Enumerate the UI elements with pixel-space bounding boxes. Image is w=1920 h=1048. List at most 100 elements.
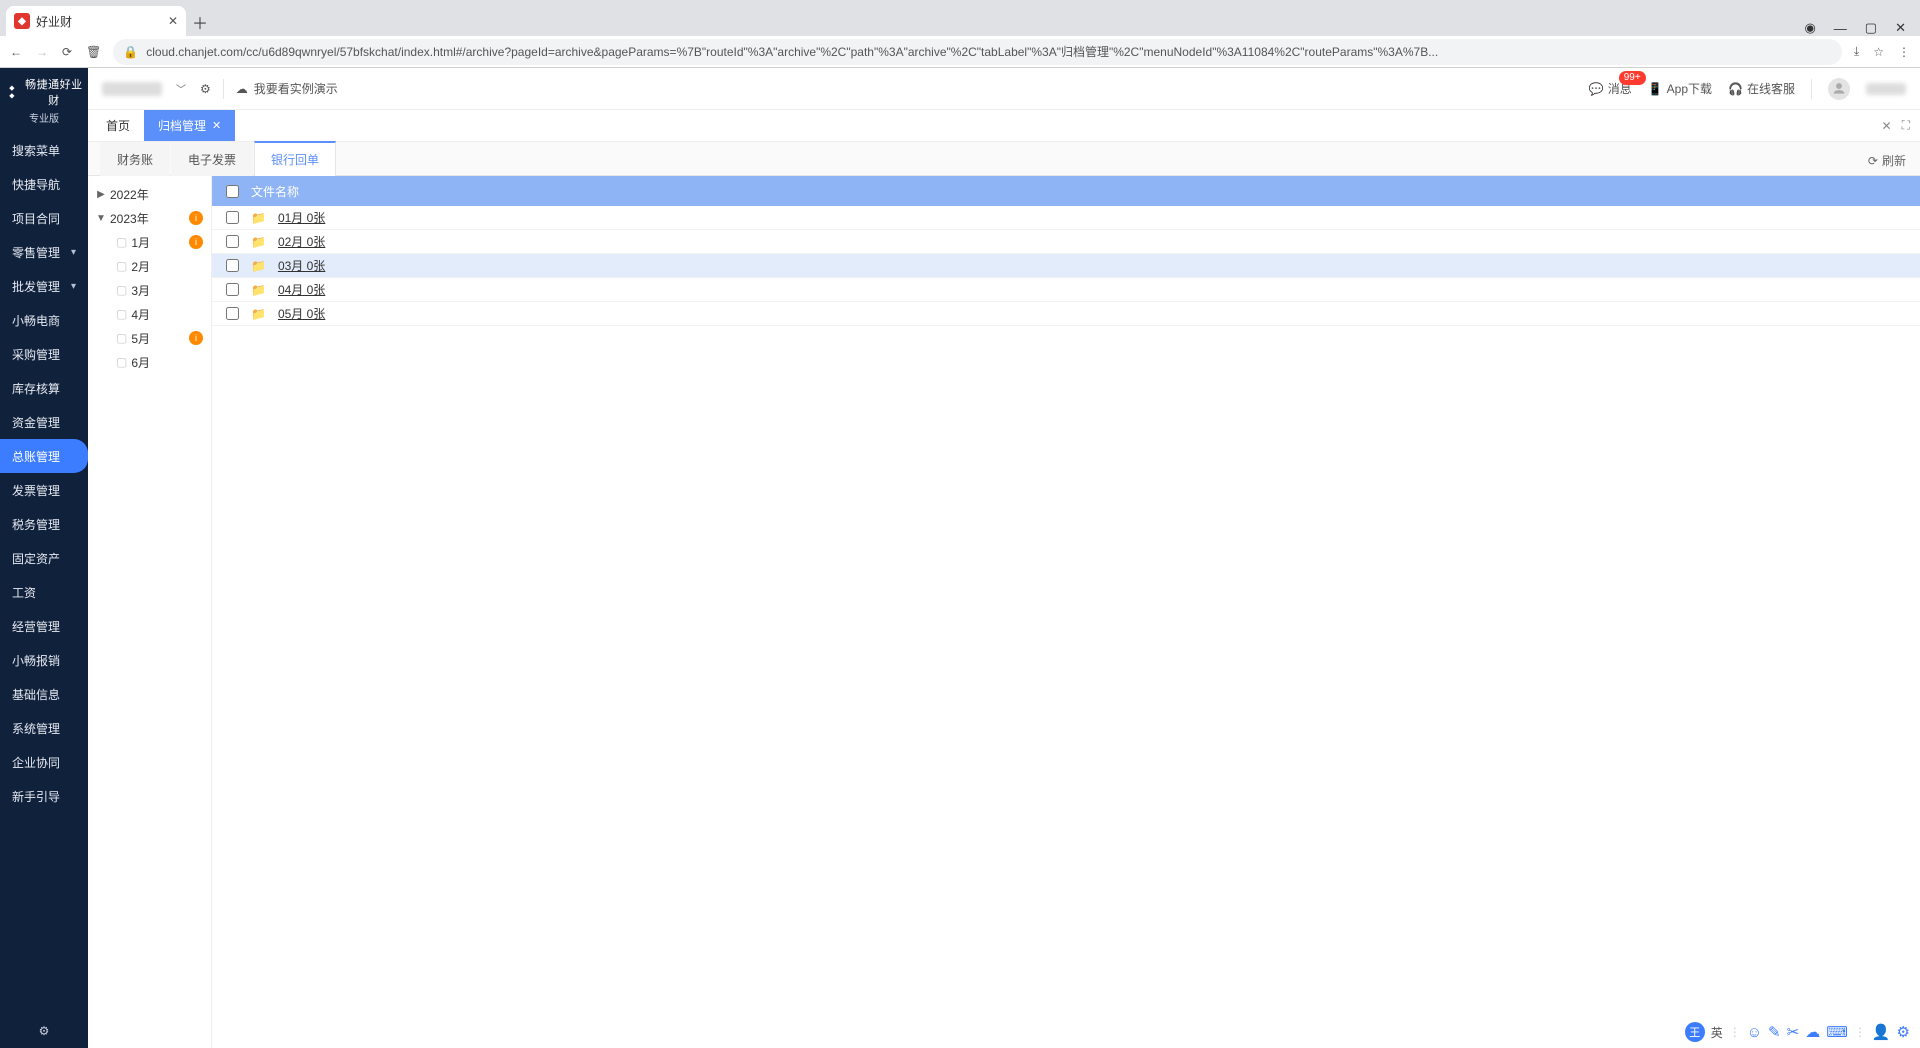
- new-tab-button[interactable]: ＋: [186, 8, 214, 36]
- tree-node-month-5[interactable]: ▢5月i: [88, 326, 211, 350]
- tab-archive[interactable]: 归档管理 ✕: [144, 110, 235, 141]
- ime-mic-icon[interactable]: ✂: [1787, 1023, 1800, 1041]
- alert-dot-icon: i: [189, 331, 203, 345]
- sidebar-item-label: 项目合同: [12, 210, 60, 227]
- sidebar-item-1[interactable]: 快捷导航: [0, 167, 88, 201]
- tree-node-month-1[interactable]: ▢1月i: [88, 230, 211, 254]
- select-all-checkbox[interactable]: [226, 185, 239, 198]
- browser-menu-icon[interactable]: ⋮: [1898, 45, 1910, 59]
- tree-month-label: 5月: [131, 330, 150, 347]
- subtab-bank-receipt[interactable]: 银行回单: [254, 141, 336, 176]
- nav-reload-icon[interactable]: ⟳: [62, 45, 72, 59]
- ime-cloud-icon[interactable]: ☁: [1805, 1023, 1820, 1041]
- sidebar-item-11[interactable]: 税务管理: [0, 507, 88, 541]
- nav-back-icon[interactable]: ←: [10, 45, 22, 59]
- ime-lang[interactable]: 英: [1711, 1024, 1723, 1041]
- row-checkbox[interactable]: [226, 283, 239, 296]
- ime-gear-icon[interactable]: ⚙: [1897, 1023, 1910, 1041]
- row-filename-link[interactable]: 02月 0张: [278, 233, 325, 250]
- sidebar-item-12[interactable]: 固定资产: [0, 541, 88, 575]
- gear-icon[interactable]: ⚙: [200, 82, 211, 96]
- folder-outline-icon: ▢: [116, 259, 127, 273]
- chevron-down-icon[interactable]: ﹀: [170, 81, 192, 96]
- row-filename-link[interactable]: 03月 0张: [278, 257, 325, 274]
- sidebar-item-17[interactable]: 系统管理: [0, 711, 88, 745]
- avatar[interactable]: [1828, 78, 1850, 100]
- chevron-down-icon: ▼: [96, 213, 106, 224]
- refresh-button[interactable]: ⟳ 刷新: [1868, 152, 1920, 175]
- row-filename-link[interactable]: 05月 0张: [278, 305, 325, 322]
- row-filename-link[interactable]: 04月 0张: [278, 281, 325, 298]
- folder-outline-icon: ▢: [116, 307, 127, 321]
- sidebar-item-14[interactable]: 经营管理: [0, 609, 88, 643]
- grid-row-3[interactable]: 📁04月 0张: [212, 278, 1920, 302]
- user-icon[interactable]: ◉: [1804, 20, 1815, 36]
- sidebar-item-6[interactable]: 采购管理: [0, 337, 88, 371]
- file-grid: 文件名称 📁01月 0张📁02月 0张📁03月 0张📁04月 0张📁05月 0张: [212, 176, 1920, 1048]
- sidebar-item-18[interactable]: 企业协同: [0, 745, 88, 779]
- address-bar[interactable]: 🔒 cloud.chanjet.com/cc/u6d89qwnryel/57bf…: [113, 39, 1842, 65]
- tree-node-month-3[interactable]: ▢3月: [88, 278, 211, 302]
- sidebar-item-2[interactable]: 项目合同: [0, 201, 88, 235]
- sidebar-item-10[interactable]: 发票管理: [0, 473, 88, 507]
- subtab-einvoice-label: 电子发票: [188, 153, 236, 167]
- org-selector[interactable]: ﹀ ⚙: [102, 81, 211, 96]
- nav-delete-icon[interactable]: 🗑: [86, 45, 101, 59]
- sidebar-item-13[interactable]: 工资: [0, 575, 88, 609]
- row-checkbox[interactable]: [226, 259, 239, 272]
- row-checkbox[interactable]: [226, 211, 239, 224]
- row-checkbox[interactable]: [226, 235, 239, 248]
- tab-close-icon[interactable]: ✕: [212, 119, 221, 132]
- sidebar-settings-icon[interactable]: ⚙: [0, 1014, 88, 1048]
- sidebar-item-9[interactable]: 总账管理: [0, 439, 88, 473]
- tab-home[interactable]: 首页: [92, 110, 144, 141]
- ime-smile-icon[interactable]: ☺: [1747, 1024, 1762, 1041]
- grid-row-0[interactable]: 📁 01月 0张: [212, 206, 1920, 230]
- sidebar-item-7[interactable]: 库存核算: [0, 371, 88, 405]
- favicon-icon: ◆: [14, 13, 30, 29]
- sidebar-item-5[interactable]: 小畅电商: [0, 303, 88, 337]
- online-service-button[interactable]: 🎧 在线客服: [1728, 80, 1795, 97]
- folder-icon: 📁: [251, 211, 266, 225]
- tree-node-month-6[interactable]: ▢6月: [88, 350, 211, 374]
- tabs-close-all-icon[interactable]: ✕: [1882, 119, 1892, 133]
- sidebar-item-4[interactable]: 批发管理▾: [0, 269, 88, 303]
- ime-keyboard-icon[interactable]: ⌨: [1826, 1023, 1848, 1041]
- tree-node-month-2[interactable]: ▢2月: [88, 254, 211, 278]
- tab-close-icon[interactable]: ✕: [168, 14, 178, 28]
- row-filename-link[interactable]: 01月 0张: [278, 209, 325, 226]
- bookmark-star-icon[interactable]: ☆: [1873, 45, 1884, 59]
- install-app-icon[interactable]: ⤓: [1854, 44, 1859, 59]
- sidebar-item-16[interactable]: 基础信息: [0, 677, 88, 711]
- ime-edit-icon[interactable]: ✎: [1768, 1023, 1781, 1041]
- sidebar-item-19[interactable]: 新手引导: [0, 779, 88, 813]
- messages-button[interactable]: 💬 消息 99+: [1589, 80, 1632, 97]
- tabs-expand-icon[interactable]: ⛶: [1902, 118, 1910, 133]
- grid-row-1[interactable]: 📁02月 0张: [212, 230, 1920, 254]
- phone-icon: 📱: [1648, 82, 1663, 96]
- window-minimize-icon[interactable]: —: [1834, 21, 1847, 36]
- nav-forward-icon[interactable]: →: [36, 45, 48, 59]
- subtab-einvoice[interactable]: 电子发票: [171, 142, 253, 176]
- refresh-icon: ⟳: [1868, 154, 1878, 168]
- grid-row-2[interactable]: 📁03月 0张: [212, 254, 1920, 278]
- window-close-icon[interactable]: ✕: [1895, 20, 1906, 36]
- grid-row-4[interactable]: 📁05月 0张: [212, 302, 1920, 326]
- subtab-bank-label: 银行回单: [271, 153, 319, 167]
- sidebar-item-15[interactable]: 小畅报销: [0, 643, 88, 677]
- demo-link[interactable]: ☁ 我要看实例演示: [236, 80, 338, 97]
- sidebar-item-0[interactable]: 搜索菜单: [0, 133, 88, 167]
- window-maximize-icon[interactable]: ▢: [1865, 20, 1877, 36]
- sidebar-item-8[interactable]: 资金管理: [0, 405, 88, 439]
- sidebar-item-3[interactable]: 零售管理▾: [0, 235, 88, 269]
- tree-node-2022[interactable]: ▶ 2022年: [88, 182, 211, 206]
- ime-pill[interactable]: 王: [1685, 1022, 1705, 1042]
- org-name-blurred: [102, 82, 162, 96]
- tree-node-month-4[interactable]: ▢4月: [88, 302, 211, 326]
- tree-node-2023[interactable]: ▼ 2023年 i: [88, 206, 211, 230]
- row-checkbox[interactable]: [226, 307, 239, 320]
- subtab-financial[interactable]: 财务账: [100, 142, 170, 176]
- app-download-button[interactable]: 📱 App下载: [1648, 80, 1712, 97]
- browser-tab[interactable]: ◆ 好业财 ✕: [6, 6, 186, 36]
- ime-user-icon[interactable]: 👤: [1872, 1023, 1891, 1041]
